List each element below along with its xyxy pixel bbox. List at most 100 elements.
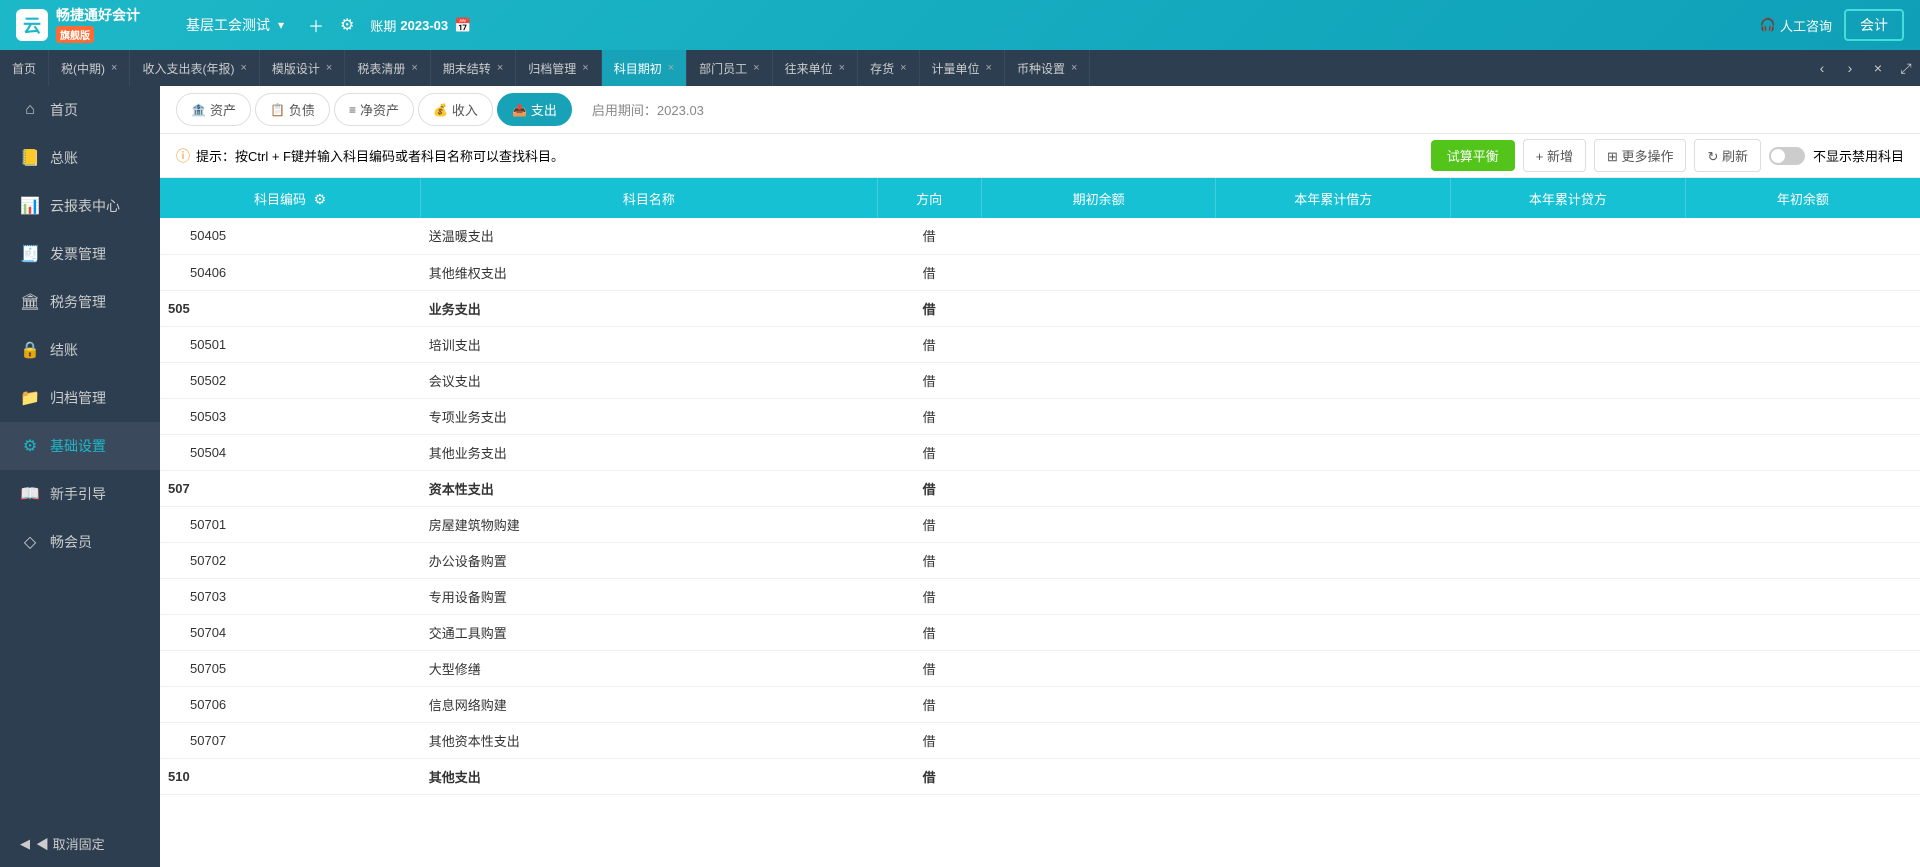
invoice-icon: 🧾 (20, 244, 40, 264)
cell-direction: 借 (877, 614, 981, 650)
tab-template-close[interactable]: × (326, 62, 332, 74)
sidebar-tax-label: 税务管理 (50, 292, 106, 312)
cell-year-balance (1685, 326, 1920, 362)
tab-tax-mid-close[interactable]: × (111, 62, 117, 74)
tab-archive-close[interactable]: × (582, 62, 588, 74)
table-row[interactable]: 505业务支出借 (160, 290, 1920, 326)
table-row[interactable]: 50705大型修缮借 (160, 650, 1920, 686)
refresh-button[interactable]: ↻ 刷新 (1694, 139, 1761, 172)
sidebar-item-archive[interactable]: 📁 归档管理 (0, 374, 160, 422)
filter-tab-liability[interactable]: 📋 负债 (255, 93, 330, 126)
cell-ytd-debit (1216, 326, 1451, 362)
period-label: 账期 (370, 16, 396, 35)
table-row[interactable]: 50701房屋建筑物购建借 (160, 506, 1920, 542)
reports-icon: 📊 (20, 196, 40, 216)
tab-income-report[interactable]: 收入支出表(年报) × (130, 50, 259, 86)
table-row[interactable]: 50503专项业务支出借 (160, 398, 1920, 434)
tab-scroll-right[interactable]: › (1836, 50, 1864, 86)
tab-close-all[interactable]: × (1864, 50, 1892, 86)
tab-currency[interactable]: 币种设置 × (1005, 50, 1090, 86)
table-row[interactable]: 50704交通工具购置借 (160, 614, 1920, 650)
cell-ytd-credit (1451, 254, 1686, 290)
tab-partners-close[interactable]: × (839, 62, 845, 74)
table-row[interactable]: 50504其他业务支出借 (160, 434, 1920, 470)
tab-archive[interactable]: 归档管理 × (516, 50, 601, 86)
tab-subject-init[interactable]: 科目期初 × (602, 50, 687, 86)
table-row[interactable]: 507资本性支出借 (160, 470, 1920, 506)
tab-home[interactable]: 首页 (0, 50, 49, 86)
tab-template[interactable]: 模版设计 × (260, 50, 345, 86)
balance-button[interactable]: 试算平衡 (1431, 140, 1515, 171)
cell-direction: 借 (877, 362, 981, 398)
cell-opening-balance (981, 290, 1216, 326)
table-row[interactable]: 50702办公设备购置借 (160, 542, 1920, 578)
tab-tax-mid[interactable]: 税(中期) × (49, 50, 130, 86)
table-row[interactable]: 50405送温暖支出借 (160, 218, 1920, 254)
hint-text: ⓘ 提示：按Ctrl + F键并输入科目编码或者科目名称可以查找科目。 (176, 146, 564, 166)
filter-tab-asset[interactable]: 🏦 资产 (176, 93, 251, 126)
sidebar-item-ledger[interactable]: 📒 总账 (0, 134, 160, 182)
account-button[interactable]: 会计 (1844, 9, 1904, 41)
sidebar-item-home[interactable]: ⌂ 首页 (0, 86, 160, 134)
cell-opening-balance (981, 362, 1216, 398)
table-row[interactable]: 50502会议支出借 (160, 362, 1920, 398)
tab-dept-staff[interactable]: 部门员工 × (687, 50, 772, 86)
sidebar-item-tax[interactable]: 🏛 税务管理 (0, 278, 160, 326)
cell-ytd-credit (1451, 398, 1686, 434)
show-disabled-toggle[interactable] (1769, 147, 1805, 165)
period-value: 2023-03 (400, 18, 448, 33)
table-row[interactable]: 50501培训支出借 (160, 326, 1920, 362)
tab-period-end-close[interactable]: × (497, 62, 503, 74)
tab-inventory[interactable]: 存货 × (858, 50, 919, 86)
table-row[interactable]: 510其他支出借 (160, 758, 1920, 794)
tab-inventory-close[interactable]: × (900, 62, 906, 74)
sidebar-item-guide[interactable]: 📖 新手引导 (0, 470, 160, 518)
calendar-icon[interactable]: 📅 (454, 17, 471, 34)
tab-dept-staff-close[interactable]: × (753, 62, 759, 74)
add-button[interactable]: + 新增 (1523, 139, 1586, 172)
cell-direction: 借 (877, 398, 981, 434)
company-area: 基层工会测试 ▾ ＋ ⚙ 账期 2023-03 📅 (186, 13, 1760, 37)
cell-code: 50705 (160, 650, 421, 686)
filter-tab-net[interactable]: ≡ 净资产 (334, 93, 414, 126)
tab-subject-init-close[interactable]: × (668, 62, 674, 74)
sidebar-item-close[interactable]: 🔒 结账 (0, 326, 160, 374)
tab-scroll-left[interactable]: ‹ (1808, 50, 1836, 86)
tab-partners[interactable]: 往来单位 × (773, 50, 858, 86)
tab-tax-list-label: 税表清册 (357, 60, 405, 77)
company-dropdown-icon[interactable]: ▾ (278, 18, 284, 32)
tab-tax-list-close[interactable]: × (411, 62, 417, 74)
cell-opening-balance (981, 506, 1216, 542)
table-row[interactable]: 50707其他资本性支出借 (160, 722, 1920, 758)
tab-archive-label: 归档管理 (528, 60, 576, 77)
filter-tab-expense[interactable]: 📤 支出 (497, 93, 572, 126)
filter-tab-income[interactable]: 💰 收入 (418, 93, 493, 126)
cell-direction: 借 (877, 290, 981, 326)
cell-ytd-credit (1451, 470, 1686, 506)
settings-icon[interactable]: ⚙ (340, 15, 354, 35)
tab-units[interactable]: 计量单位 × (920, 50, 1005, 86)
tab-units-close[interactable]: × (986, 62, 992, 74)
more-button[interactable]: ⊞ 更多操作 (1594, 139, 1687, 172)
cell-code: 50704 (160, 614, 421, 650)
cell-direction: 借 (877, 470, 981, 506)
tab-income-report-close[interactable]: × (240, 62, 246, 74)
column-settings-icon[interactable]: ⚙ (314, 191, 327, 207)
tab-tax-list[interactable]: 税表清册 × (345, 50, 430, 86)
cell-ytd-credit (1451, 578, 1686, 614)
tab-maximize[interactable]: ⤢ (1892, 50, 1920, 86)
sidebar-item-reports[interactable]: 📊 云报表中心 (0, 182, 160, 230)
table-row[interactable]: 50703专用设备购置借 (160, 578, 1920, 614)
sidebar-archive-label: 归档管理 (50, 388, 106, 408)
add-company-icon[interactable]: ＋ (308, 13, 324, 37)
help-button[interactable]: 🎧 人工咨询 (1760, 16, 1832, 35)
sidebar-item-invoice[interactable]: 🧾 发票管理 (0, 230, 160, 278)
sidebar-item-member[interactable]: ◇ 畅会员 (0, 518, 160, 566)
tab-period-end[interactable]: 期末结转 × (431, 50, 516, 86)
table-row[interactable]: 50706信息网络购建借 (160, 686, 1920, 722)
sidebar-item-settings[interactable]: ⚙ 基础设置 (0, 422, 160, 470)
period-display: 启用期间：2023.03 (592, 100, 704, 119)
table-row[interactable]: 50406其他维权支出借 (160, 254, 1920, 290)
sidebar-collapse-button[interactable]: ◀ ◀ 取消固定 (0, 820, 160, 867)
tab-currency-close[interactable]: × (1071, 62, 1077, 74)
